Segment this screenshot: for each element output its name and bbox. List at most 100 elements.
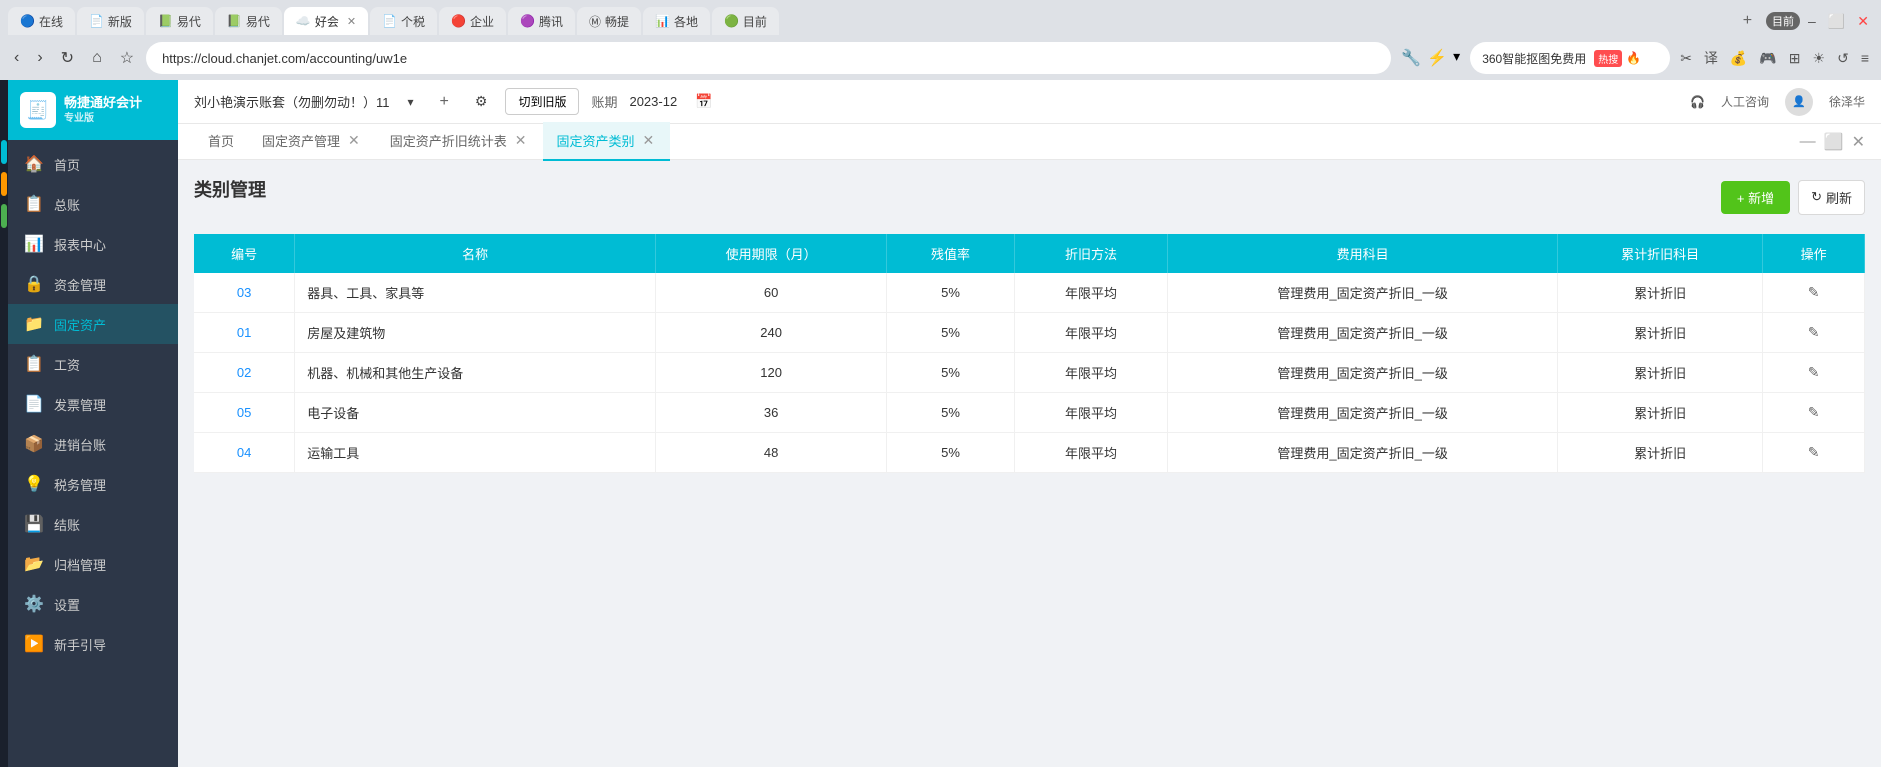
calendar-icon[interactable]: 📅 — [689, 89, 718, 114]
page-tab-label-3: 固定资产类别 — [557, 131, 635, 150]
edit-icon-0[interactable]: ✎ — [1808, 284, 1820, 300]
table-header-3: 残值率 — [887, 234, 1015, 273]
edit-btn-3[interactable]: ✎ — [1763, 393, 1865, 433]
browser-tab-4[interactable]: ☁️好会✕ — [284, 7, 368, 35]
sidebar-icon-12: ▶️ — [24, 634, 44, 654]
sidebar-label-9: 结账 — [54, 515, 80, 534]
sidebar-item-报表中心[interactable]: 📊报表中心 — [8, 224, 178, 264]
sidebar-item-税务管理[interactable]: 💡税务管理 — [8, 464, 178, 504]
cell-3-0: 05 — [194, 393, 295, 433]
edit-btn-1[interactable]: ✎ — [1763, 313, 1865, 353]
new-tab-button[interactable]: + — [1735, 8, 1760, 34]
page-tab-close-2[interactable]: ✕ — [513, 130, 529, 151]
sidebar-item-发票管理[interactable]: 📄发票管理 — [8, 384, 178, 424]
tab-count-badge: 目前 — [1766, 12, 1800, 30]
edit-icon-4[interactable]: ✎ — [1808, 444, 1820, 460]
forward-button[interactable]: › — [31, 45, 48, 71]
sidebar-item-新手引导[interactable]: ▶️新手引导 — [8, 624, 178, 664]
scissors-btn[interactable]: ✂ — [1676, 46, 1696, 71]
browser-tab-5[interactable]: 📄个税 — [370, 7, 437, 35]
bookmark-button[interactable]: ☆ — [114, 44, 140, 72]
back-button[interactable]: ‹ — [8, 45, 25, 71]
sidebar-label-1: 总账 — [54, 195, 80, 214]
browser-tab-9[interactable]: 📊各地 — [643, 7, 710, 35]
page-tab-close-1[interactable]: ✕ — [346, 130, 362, 151]
cell-3-4: 年限平均 — [1014, 393, 1168, 433]
translate-btn[interactable]: 译 — [1700, 44, 1722, 72]
edit-icon-1[interactable]: ✎ — [1808, 324, 1820, 340]
address-bar: ‹ › ↻ ⌂ ☆ 🔧 ⚡ ▾ 360智能抠图免费用 热搜 🔥 ✂ 译 💰 🎮 … — [0, 36, 1881, 80]
browser-tab-3[interactable]: 📗易代 — [215, 7, 282, 35]
edit-btn-2[interactable]: ✎ — [1763, 353, 1865, 393]
dropdown-icon[interactable]: ▾ — [1453, 48, 1460, 68]
edit-btn-4[interactable]: ✎ — [1763, 433, 1865, 473]
search-bar[interactable]: 360智能抠图免费用 热搜 🔥 — [1470, 42, 1670, 74]
game-btn[interactable]: 🎮 — [1755, 46, 1780, 71]
sidebar: 🧾 畅捷通好会计 专业版 🏠首页📋总账📊报表中心🔒资金管理📁固定资产📋工资📄发票… — [8, 80, 178, 767]
tab-minimize-btn[interactable]: — — [1800, 133, 1816, 151]
cell-3-5: 管理费用_固定资产折旧_一级 — [1168, 393, 1558, 433]
address-input[interactable] — [146, 42, 1391, 74]
add-button[interactable]: + 新增 — [1721, 181, 1790, 214]
page-tab-label-1: 固定资产管理 — [262, 131, 340, 150]
consult-label[interactable]: 人工咨询 — [1721, 93, 1769, 110]
sidebar-label-6: 发票管理 — [54, 395, 106, 414]
edit-btn-0[interactable]: ✎ — [1763, 273, 1865, 313]
edit-icon-3[interactable]: ✎ — [1808, 404, 1820, 420]
refresh-button[interactable]: ↻ 刷新 — [1798, 180, 1865, 215]
wallet-btn[interactable]: 💰 — [1726, 46, 1751, 71]
tab-close-btn[interactable]: ✕ — [1852, 132, 1865, 152]
undo-btn[interactable]: ↺ — [1833, 46, 1853, 71]
table-header-0: 编号 — [194, 234, 295, 273]
period-value: 2023-12 — [629, 94, 677, 109]
switch-version-button[interactable]: 切到旧版 — [505, 88, 579, 115]
home-button[interactable]: ⌂ — [86, 45, 108, 71]
close-window-button[interactable]: ✕ — [1853, 9, 1873, 34]
sidebar-item-设置[interactable]: ⚙️设置 — [8, 584, 178, 624]
browser-tab-6[interactable]: 🔴企业 — [439, 7, 506, 35]
sidebar-item-资金管理[interactable]: 🔒资金管理 — [8, 264, 178, 304]
browser-tab-7[interactable]: 🟣腾讯 — [508, 7, 575, 35]
page-tab-固定资产类别[interactable]: 固定资产类别 ✕ — [543, 122, 671, 161]
edit-icon-2[interactable]: ✎ — [1808, 364, 1820, 380]
cell-2-3: 5% — [887, 353, 1015, 393]
page-tab-close-3[interactable]: ✕ — [641, 130, 657, 151]
menu-btn[interactable]: ≡ — [1857, 46, 1873, 70]
sidebar-item-工资[interactable]: 📋工资 — [8, 344, 178, 384]
sidebar-item-总账[interactable]: 📋总账 — [8, 184, 178, 224]
sidebar-item-固定资产[interactable]: 📁固定资产 — [8, 304, 178, 344]
sidebar-item-首页[interactable]: 🏠首页 — [8, 144, 178, 184]
page-tab-首页[interactable]: 首页 — [194, 123, 248, 160]
sidebar-item-归档管理[interactable]: 📂归档管理 — [8, 544, 178, 584]
page-tab-label-0: 首页 — [208, 131, 234, 150]
cell-1-1: 房屋及建筑物 — [295, 313, 656, 353]
browser-tab-1[interactable]: 📄新版 — [77, 7, 144, 35]
grid-btn[interactable]: ⊞ — [1785, 46, 1805, 71]
sidebar-item-结账[interactable]: 💾结账 — [8, 504, 178, 544]
browser-tab-2[interactable]: 📗易代 — [146, 7, 213, 35]
username-label: 徐泽华 — [1829, 93, 1865, 110]
browser-tab-8[interactable]: Ⓜ畅提 — [577, 7, 641, 35]
refresh-icon: ↻ — [1811, 189, 1822, 205]
sidebar-item-进销台账[interactable]: 📦进销台账 — [8, 424, 178, 464]
table-header-1: 名称 — [295, 234, 656, 273]
sidebar-label-5: 工资 — [54, 355, 80, 374]
table-header-5: 费用科目 — [1168, 234, 1558, 273]
user-dropdown-button[interactable]: ▾ — [402, 91, 420, 113]
browser-tab-10[interactable]: 🟢目前 — [712, 7, 779, 35]
brightness-btn[interactable]: ☀ — [1809, 46, 1830, 71]
add-account-button[interactable]: + — [432, 89, 457, 115]
page-tab-固定资产管理[interactable]: 固定资产管理 ✕ — [248, 122, 376, 161]
minimize-button[interactable]: – — [1804, 9, 1820, 33]
page-tab-固定资产折旧统计表[interactable]: 固定资产折旧统计表 ✕ — [376, 122, 543, 161]
maximize-button[interactable]: ⬜ — [1824, 9, 1849, 34]
reload-button[interactable]: ↻ — [55, 44, 80, 72]
browser-tab-0[interactable]: 🔵在线 — [8, 7, 75, 35]
cell-2-2: 120 — [655, 353, 886, 393]
cell-1-0: 01 — [194, 313, 295, 353]
page-tab-label-2: 固定资产折旧统计表 — [390, 131, 507, 150]
settings-gear-button[interactable]: ⚙ — [469, 89, 494, 114]
cell-4-6: 累计折旧 — [1557, 433, 1762, 473]
table-body: 03器具、工具、家具等605%年限平均管理费用_固定资产折旧_一级累计折旧✎01… — [194, 273, 1865, 473]
tab-expand-btn[interactable]: ⬜ — [1824, 132, 1844, 152]
